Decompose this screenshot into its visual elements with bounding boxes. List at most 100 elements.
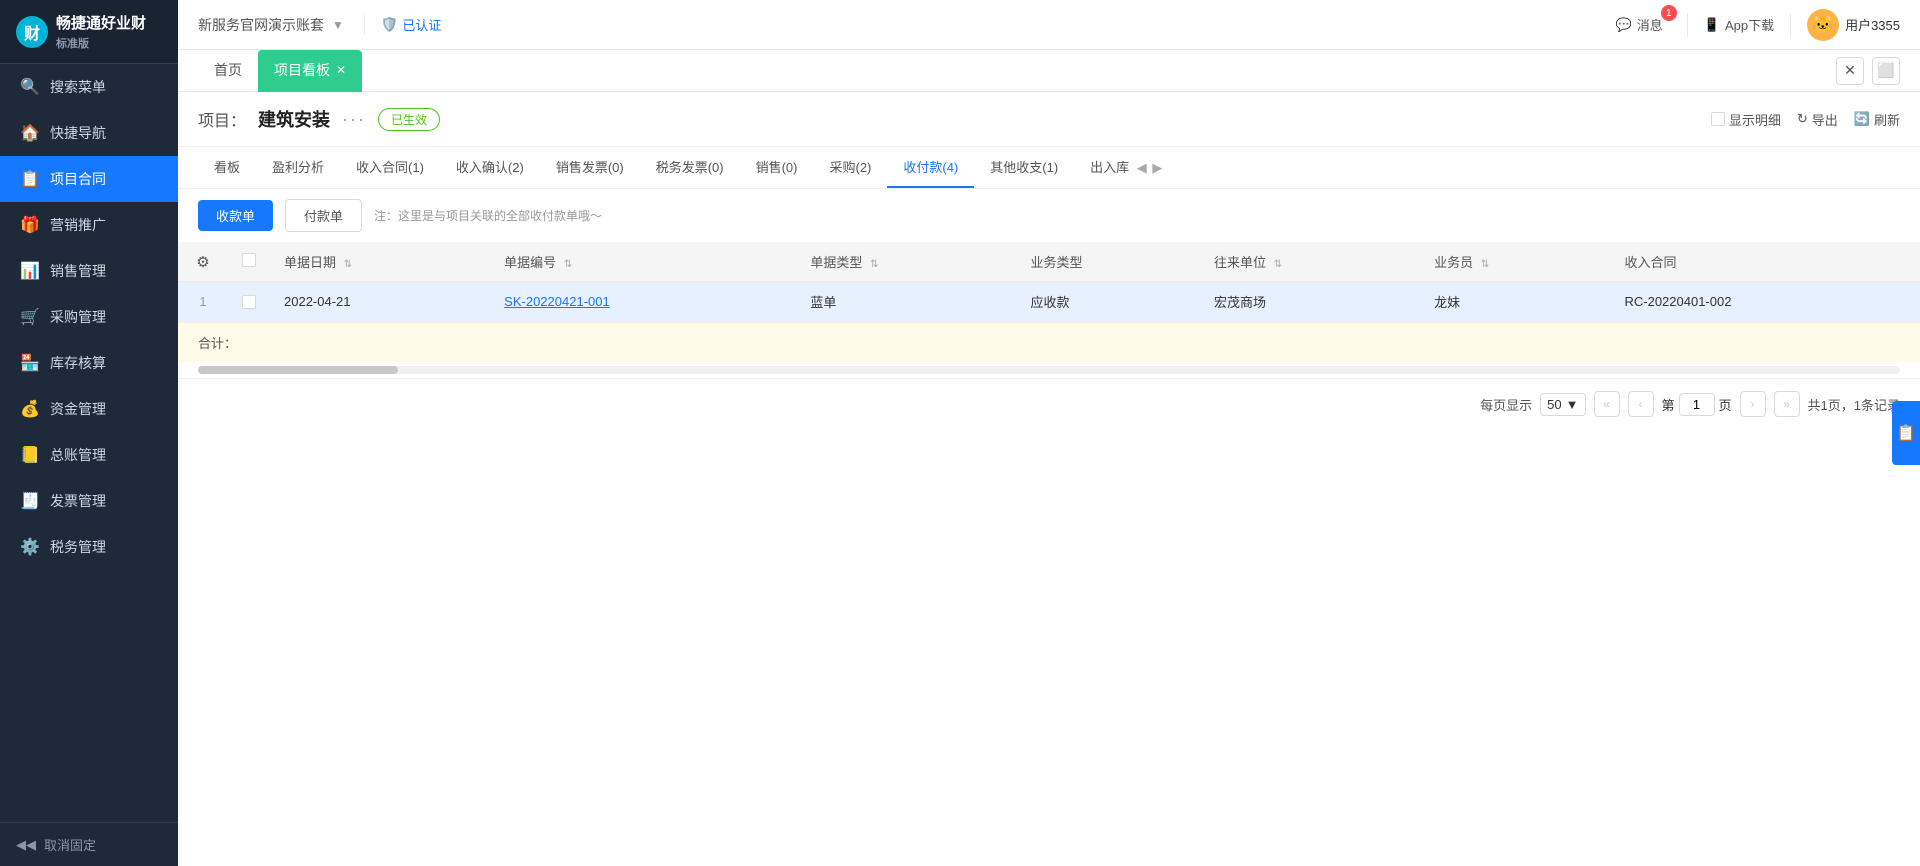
row-type: 蓝单 [796, 282, 1016, 322]
sub-tab-board[interactable]: 看板 [198, 147, 256, 188]
sort-partner-icon[interactable]: ⇅ [1274, 259, 1282, 270]
sidebar-item-inventory[interactable]: 🏪 库存核算 [0, 340, 178, 386]
col-settings: ⚙ [178, 242, 228, 282]
sort-date-icon[interactable]: ⇅ [344, 259, 352, 270]
sub-tab-warehouse[interactable]: 出入库 ◀ ▶ [1074, 147, 1178, 188]
horizontal-scrollbar[interactable] [198, 366, 1900, 374]
app-version: 标准版 [56, 35, 146, 51]
next-page-button[interactable]: › [1740, 391, 1766, 417]
last-page-button[interactable]: » [1774, 391, 1800, 417]
row-date: 2022-04-21 [270, 282, 490, 322]
message-badge: 1 [1661, 5, 1677, 21]
row-contract: RC-20220401-002 [1610, 282, 1920, 322]
sub-tabs: 看板 盈利分析 收入合同(1) 收入确认(2) 销售发票(0) 税务发票(0) … [178, 147, 1920, 189]
sub-tab-income-confirm[interactable]: 收入确认(2) [440, 147, 540, 188]
sidebar-item-nav[interactable]: 🏠 快捷导航 [0, 110, 178, 156]
sidebar-item-marketing[interactable]: 🎁 营销推广 [0, 202, 178, 248]
tab-project-board[interactable]: 项目看板 ✕ [258, 50, 362, 92]
prev-page-button[interactable]: ‹ [1628, 391, 1654, 417]
first-page-button[interactable]: « [1594, 391, 1620, 417]
invoice-icon: 🧾 [20, 491, 40, 511]
message-button[interactable]: 💬 消息 1 [1608, 11, 1671, 38]
per-page-select[interactable]: 50 ▼ [1540, 393, 1585, 416]
demo-account-label[interactable]: 新服务官网演示账套 [198, 15, 324, 35]
payment-tab-button[interactable]: 付款单 [285, 199, 362, 232]
sidebar-item-sales[interactable]: 📊 销售管理 [0, 248, 178, 294]
store-icon: 🏪 [20, 353, 40, 373]
app-name: 畅捷通好业财 [56, 12, 146, 33]
sort-salesman-icon[interactable]: ⇅ [1481, 259, 1489, 270]
settings-icon[interactable]: ⚙ [196, 254, 209, 271]
table-header: ⚙ 单据日期 ⇅ 单据编号 ⇅ 单据类型 ⇅ [178, 242, 1920, 282]
sidebar-item-tax[interactable]: ⚙️ 税务管理 [0, 524, 178, 570]
sub-tab-profit[interactable]: 盈利分析 [256, 147, 340, 188]
col-checkbox [228, 242, 270, 282]
per-page-dropdown-icon: ▼ [1566, 397, 1579, 412]
row-checkbox[interactable] [242, 295, 256, 309]
scrollbar-thumb[interactable] [198, 366, 398, 374]
project-label: 项目： [198, 107, 246, 131]
receipt-actions: 收款单 付款单 注：这里是与项目关联的全部收付款单哦～ [178, 189, 1920, 242]
sort-type-icon[interactable]: ⇅ [870, 259, 878, 270]
tab-project-label: 项目看板 [274, 60, 330, 80]
sidebar-item-label: 搜索菜单 [50, 77, 106, 97]
sidebar-item-label: 营销推广 [50, 215, 106, 235]
tab-home[interactable]: 首页 [198, 50, 258, 92]
maximize-button[interactable]: ⬜ [1872, 57, 1900, 85]
receipt-number-link[interactable]: SK-20220421-001 [504, 294, 610, 309]
sub-tab-sales-invoice[interactable]: 销售发票(0) [540, 147, 640, 188]
project-more-button[interactable]: ··· [342, 109, 366, 130]
tab-close-icon[interactable]: ✕ [336, 63, 346, 77]
sidebar-item-label: 资金管理 [50, 399, 106, 419]
topbar-divider-1 [1687, 13, 1688, 37]
project-header: 项目： 建筑安装 ··· 已生效 显示明细 ↻ 导出 🔄 刷新 [178, 92, 1920, 147]
sidebar-unpin-button[interactable]: ◀◀ 取消固定 [0, 822, 178, 866]
side-panel-toggle[interactable]: 📋 [1892, 401, 1920, 465]
sub-tab-receipt[interactable]: 收付款(4) [887, 147, 974, 188]
project-title: 建筑安装 [258, 106, 330, 132]
sub-tab-other[interactable]: 其他收支(1) [974, 147, 1074, 188]
contract-icon: 📋 [20, 169, 40, 189]
close-tab-button[interactable]: ✕ [1836, 57, 1864, 85]
nav-next-icon[interactable]: ▶ [1152, 160, 1162, 175]
sidebar-item-search[interactable]: 🔍 搜索菜单 [0, 64, 178, 110]
app-download-button[interactable]: 📱 App下载 [1704, 15, 1774, 34]
account-dropdown-icon[interactable]: ▼ [332, 18, 344, 32]
sidebar-item-project[interactable]: 📋 项目合同 [0, 156, 178, 202]
pagination: 每页显示 50 ▼ « ‹ 第 页 › » 共1页，1条记录 [178, 378, 1920, 429]
user-info[interactable]: 🐱 用户3355 [1807, 9, 1900, 41]
row-partner: 宏茂商场 [1200, 282, 1420, 322]
sidebar-item-invoice[interactable]: 🧾 发票管理 [0, 478, 178, 524]
sidebar-item-label: 项目合同 [50, 169, 106, 189]
row-number-cell: SK-20220421-001 [490, 282, 796, 322]
sidebar-item-finance[interactable]: 💰 资金管理 [0, 386, 178, 432]
sidebar-footer-label: 取消固定 [44, 835, 96, 854]
sidebar-item-ledger[interactable]: 📒 总账管理 [0, 432, 178, 478]
col-biz-type: 业务类型 [1017, 242, 1200, 282]
next-page-icon: › [1751, 397, 1755, 411]
sort-number-icon[interactable]: ⇅ [564, 259, 572, 270]
book-icon: 📒 [20, 445, 40, 465]
refresh-button[interactable]: 🔄 刷新 [1854, 110, 1900, 129]
table-row[interactable]: 1 2022-04-21 SK-20220421-001 蓝单 应收款 宏茂商场… [178, 282, 1920, 322]
checkbox-icon[interactable] [1711, 112, 1725, 126]
home-icon: 🏠 [20, 123, 40, 143]
show-detail-checkbox[interactable]: 显示明细 [1711, 110, 1781, 129]
topbar-divider-2 [1790, 13, 1791, 37]
sub-tab-income-contract[interactable]: 收入合同(1) [340, 147, 440, 188]
app-download-label: App下载 [1725, 15, 1774, 34]
scroll-bar-area [178, 362, 1920, 378]
sub-tab-tax-invoice[interactable]: 税务发票(0) [640, 147, 740, 188]
refresh-icon: 🔄 [1854, 111, 1870, 127]
topbar: 新服务官网演示账套 ▼ 🛡️ 已认证 💬 消息 1 📱 App下载 🐱 用户33… [178, 0, 1920, 50]
sub-tab-sales[interactable]: 销售(0) [740, 147, 814, 188]
page-number-input[interactable] [1679, 393, 1715, 416]
export-button[interactable]: ↻ 导出 [1797, 110, 1838, 129]
receipt-tab-button[interactable]: 收款单 [198, 200, 273, 231]
sub-tab-purchase[interactable]: 采购(2) [813, 147, 887, 188]
sidebar-item-label: 快捷导航 [50, 123, 106, 143]
side-panel-icon: 📋 [1896, 423, 1916, 443]
sidebar-item-purchase[interactable]: 🛒 采购管理 [0, 294, 178, 340]
nav-prev-icon[interactable]: ◀ [1137, 160, 1147, 175]
select-all-checkbox[interactable] [242, 253, 256, 267]
